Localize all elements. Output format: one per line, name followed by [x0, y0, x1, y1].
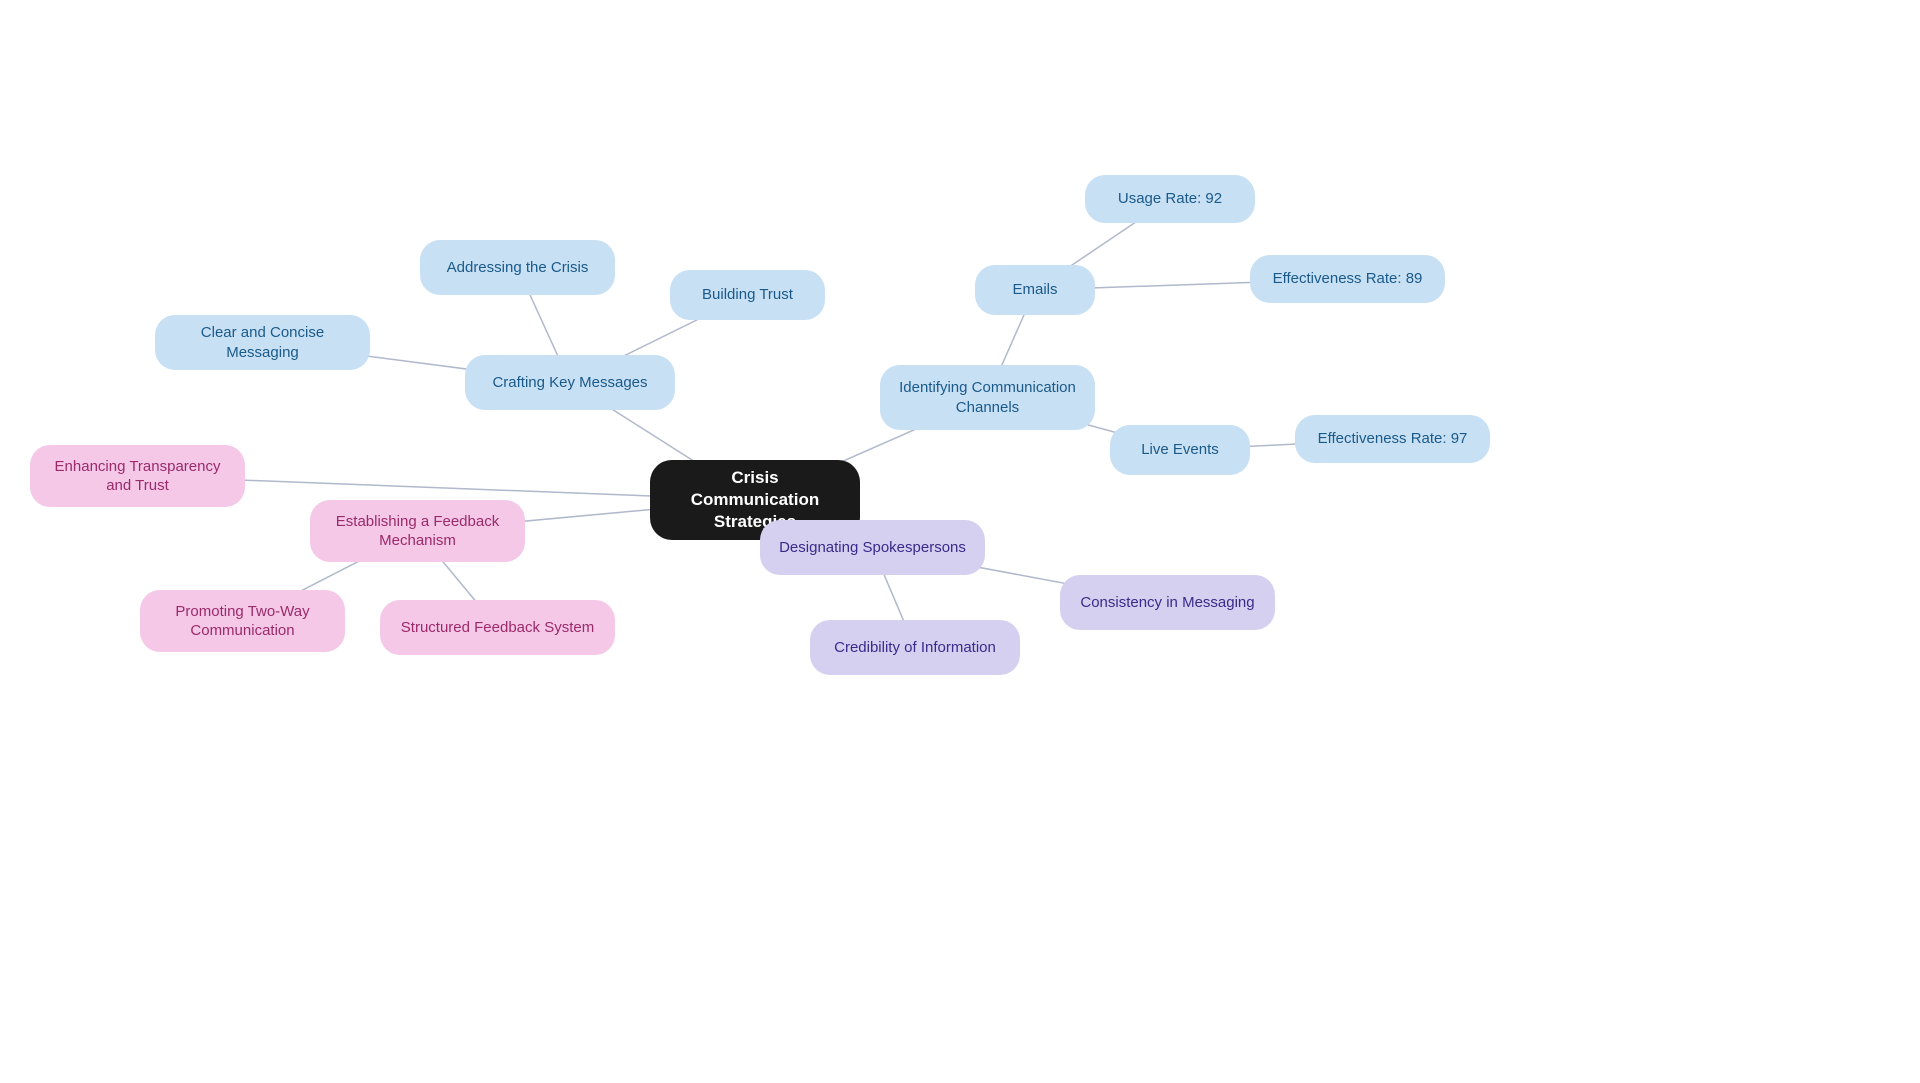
node-emails[interactable]: Emails: [975, 265, 1095, 315]
node-addressing[interactable]: Addressing the Crisis: [420, 240, 615, 295]
node-establishing[interactable]: Establishing a Feedback Mechanism: [310, 500, 525, 562]
node-structured[interactable]: Structured Feedback System: [380, 600, 615, 655]
node-liveevents[interactable]: Live Events: [1110, 425, 1250, 475]
node-clear[interactable]: Clear and Concise Messaging: [155, 315, 370, 370]
node-promoting[interactable]: Promoting Two-Way Communication: [140, 590, 345, 652]
node-effectiveness89[interactable]: Effectiveness Rate: 89: [1250, 255, 1445, 303]
node-designating[interactable]: Designating Spokespersons: [760, 520, 985, 575]
node-building[interactable]: Building Trust: [670, 270, 825, 320]
node-consistency[interactable]: Consistency in Messaging: [1060, 575, 1275, 630]
node-credibility[interactable]: Credibility of Information: [810, 620, 1020, 675]
node-crafting[interactable]: Crafting Key Messages: [465, 355, 675, 410]
node-usage[interactable]: Usage Rate: 92: [1085, 175, 1255, 223]
node-effectiveness97[interactable]: Effectiveness Rate: 97: [1295, 415, 1490, 463]
node-identifying[interactable]: Identifying Communication Channels: [880, 365, 1095, 430]
node-enhancing[interactable]: Enhancing Transparency and Trust: [30, 445, 245, 507]
